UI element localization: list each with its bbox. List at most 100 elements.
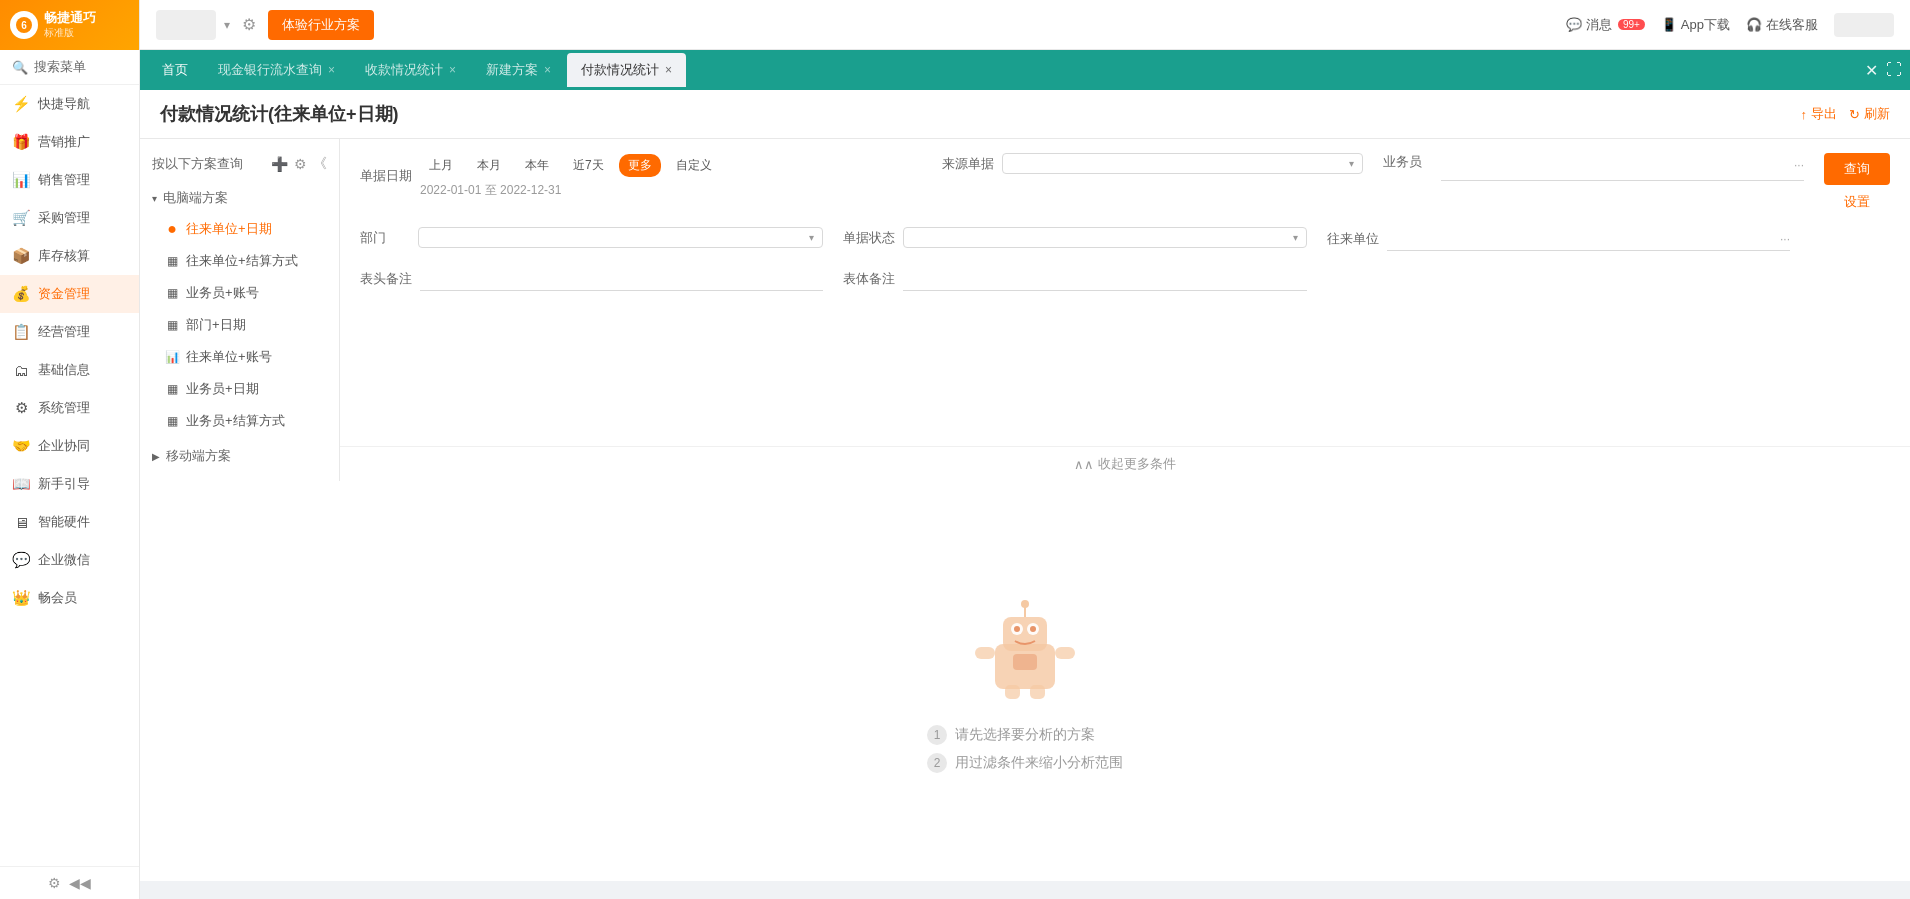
date-option-last-month[interactable]: 上月: [420, 153, 462, 178]
filter-row-1: 单据日期 上月 本月 本年 近7天 更多 自定义 20: [360, 153, 1890, 211]
mobile-chevron-icon: ▶: [152, 451, 160, 462]
topbar-arrow-icon[interactable]: ▾: [224, 18, 230, 32]
scheme-unit-date-label: 往来单位+日期: [186, 220, 272, 238]
sidebar-item-purchase[interactable]: 🛒 采购管理: [0, 199, 139, 237]
refresh-icon: ↻: [1849, 107, 1860, 122]
page-header: 付款情况统计(往来单位+日期) ↑ 导出 ↻ 刷新: [140, 90, 1910, 139]
shortcuts-label: 快捷导航: [38, 95, 90, 113]
related-unit-input[interactable]: [1387, 227, 1780, 250]
edit-scheme-btn[interactable]: ⚙: [294, 155, 307, 173]
date-option-custom[interactable]: 自定义: [667, 153, 721, 178]
scheme-item-unit-date[interactable]: ● 往来单位+日期: [140, 213, 339, 245]
table-body-note-input[interactable]: [903, 267, 1306, 291]
message-action[interactable]: 💬 消息 99+: [1566, 16, 1645, 34]
brand-edition: 标准版: [44, 26, 96, 40]
sidebar-item-cooperation[interactable]: 🤝 企业协同: [0, 427, 139, 465]
sales-icon: 📊: [12, 171, 30, 189]
guide-icon: 📖: [12, 475, 30, 493]
mobile-group-label: 移动端方案: [166, 447, 231, 465]
tab-receipt-stats[interactable]: 收款情况统计 ×: [351, 53, 470, 87]
app-download-action[interactable]: 📱 App下载: [1661, 16, 1730, 34]
scheme-item-staff-date[interactable]: ▦ 业务员+日期: [140, 373, 339, 405]
related-unit-dots[interactable]: ···: [1780, 232, 1790, 246]
export-btn[interactable]: ↑ 导出: [1801, 105, 1838, 123]
sidebar-item-member[interactable]: 👑 畅会员: [0, 579, 139, 617]
scheme-item-staff-settle[interactable]: ▦ 业务员+结算方式: [140, 405, 339, 437]
query-btn[interactable]: 查询: [1824, 153, 1890, 185]
source-select[interactable]: ▾: [1002, 153, 1363, 174]
topbar-gear-icon[interactable]: ⚙: [242, 15, 256, 34]
add-scheme-btn[interactable]: ➕: [271, 155, 288, 173]
sidebar-item-shortcuts[interactable]: ⚡ 快捷导航: [0, 85, 139, 123]
collapse-bar[interactable]: ∧∧ 收起更多条件: [340, 446, 1910, 481]
desktop-group-header[interactable]: ▾ 电脑端方案: [140, 183, 339, 213]
tab-expand-btn[interactable]: ⛶: [1886, 61, 1902, 80]
sidebar-item-inventory[interactable]: 📦 库存核算: [0, 237, 139, 275]
sidebar-item-wechat[interactable]: 💬 企业微信: [0, 541, 139, 579]
table-header-note-field: 表头备注: [360, 267, 823, 291]
scheme-item-dept-date[interactable]: ▦ 部门+日期: [140, 309, 339, 341]
sidebar-item-finance[interactable]: 💰 资金管理: [0, 275, 139, 313]
svg-rect-13: [1030, 685, 1045, 699]
trial-btn[interactable]: 体验行业方案: [268, 10, 374, 40]
date-option-7days[interactable]: 近7天: [564, 153, 613, 178]
online-service-action[interactable]: 🎧 在线客服: [1746, 16, 1818, 34]
sidebar-header: 6 畅捷通巧 标准版: [0, 0, 139, 50]
inventory-label: 库存核算: [38, 247, 90, 265]
sidebar-footer: ⚙ ◀◀: [0, 866, 139, 899]
mobile-group-header[interactable]: ▶ 移动端方案: [140, 441, 339, 471]
tab-payment-stats[interactable]: 付款情况统计 ×: [567, 53, 686, 87]
tab-new-scheme-close[interactable]: ×: [544, 63, 551, 77]
tab-home[interactable]: 首页: [148, 53, 202, 87]
sidebar-collapse-btn[interactable]: ◀◀: [69, 875, 91, 891]
basic-icon: 🗂: [12, 361, 30, 379]
scheme-item-unit-settle[interactable]: ▦ 往来单位+结算方式: [140, 245, 339, 277]
dept-select[interactable]: ▾: [418, 227, 823, 248]
tab-bank-flow[interactable]: 现金银行流水查询 ×: [204, 53, 349, 87]
svg-point-9: [1021, 600, 1029, 608]
tip-text-1: 请先选择要分析的方案: [955, 726, 1095, 744]
sidebar-item-sales[interactable]: 📊 销售管理: [0, 161, 139, 199]
sidebar-item-system[interactable]: ⚙ 系统管理: [0, 389, 139, 427]
scheme-panel-header: 按以下方案查询 ➕ ⚙ 《: [140, 149, 339, 179]
scheme-panel: 按以下方案查询 ➕ ⚙ 《 ▾ 电脑端方案 ● 往来单位+日期: [140, 139, 340, 481]
source-arrow-icon: ▾: [1349, 158, 1354, 169]
settings-link[interactable]: 设置: [1824, 193, 1890, 211]
guide-label: 新手引导: [38, 475, 90, 493]
tab-receipt-close[interactable]: ×: [449, 63, 456, 77]
tab-payment-close[interactable]: ×: [665, 63, 672, 77]
refresh-btn[interactable]: ↻ 刷新: [1849, 105, 1890, 123]
table-header-note-label: 表头备注: [360, 270, 412, 288]
tab-new-scheme[interactable]: 新建方案 ×: [472, 53, 565, 87]
robot-svg: [965, 589, 1085, 709]
tab-bank-flow-close[interactable]: ×: [328, 63, 335, 77]
member-label: 畅会员: [38, 589, 77, 607]
sidebar-item-guide[interactable]: 📖 新手引导: [0, 465, 139, 503]
search-menu[interactable]: 🔍 搜索菜单: [0, 50, 139, 85]
sales-label: 销售管理: [38, 171, 90, 189]
table-header-note-input[interactable]: [420, 267, 823, 291]
sidebar-item-operations[interactable]: 📋 经营管理: [0, 313, 139, 351]
sidebar-settings-btn[interactable]: ⚙: [48, 875, 61, 891]
staff-input-group: ···: [1441, 153, 1804, 181]
scheme-dept-date-label: 部门+日期: [186, 316, 246, 334]
doc-status-select[interactable]: ▾: [903, 227, 1306, 248]
sidebar-item-marketing[interactable]: 🎁 营销推广: [0, 123, 139, 161]
scheme-item-unit-account[interactable]: 📊 往来单位+账号: [140, 341, 339, 373]
scheme-item-staff-account[interactable]: ▦ 业务员+账号: [140, 277, 339, 309]
scheme-collapse-btn[interactable]: 《: [313, 155, 327, 173]
scheme-icon-6: ▦: [164, 413, 180, 429]
date-option-this-month[interactable]: 本月: [468, 153, 510, 178]
empty-state: 1 请先选择要分析的方案 2 用过滤条件来缩小分析范围: [140, 481, 1910, 881]
related-unit-label: 往来单位: [1327, 230, 1379, 248]
date-option-more[interactable]: 更多: [619, 154, 661, 177]
tab-close-all-btn[interactable]: ✕: [1865, 61, 1878, 80]
empty-tip-1: 1 请先选择要分析的方案: [927, 725, 1123, 745]
staff-input[interactable]: [1441, 153, 1794, 176]
staff-dots[interactable]: ···: [1794, 158, 1804, 172]
sidebar-item-basic[interactable]: 🗂 基础信息: [0, 351, 139, 389]
topbar: ▾ ⚙ 体验行业方案 💬 消息 99+ 📱 App下载 🎧 在线客服: [140, 0, 1910, 50]
sidebar: 6 畅捷通巧 标准版 🔍 搜索菜单 ⚡ 快捷导航 🎁 营销推广 📊 销售管理 🛒…: [0, 0, 140, 899]
sidebar-item-hardware[interactable]: 🖥 智能硬件: [0, 503, 139, 541]
date-option-this-year[interactable]: 本年: [516, 153, 558, 178]
